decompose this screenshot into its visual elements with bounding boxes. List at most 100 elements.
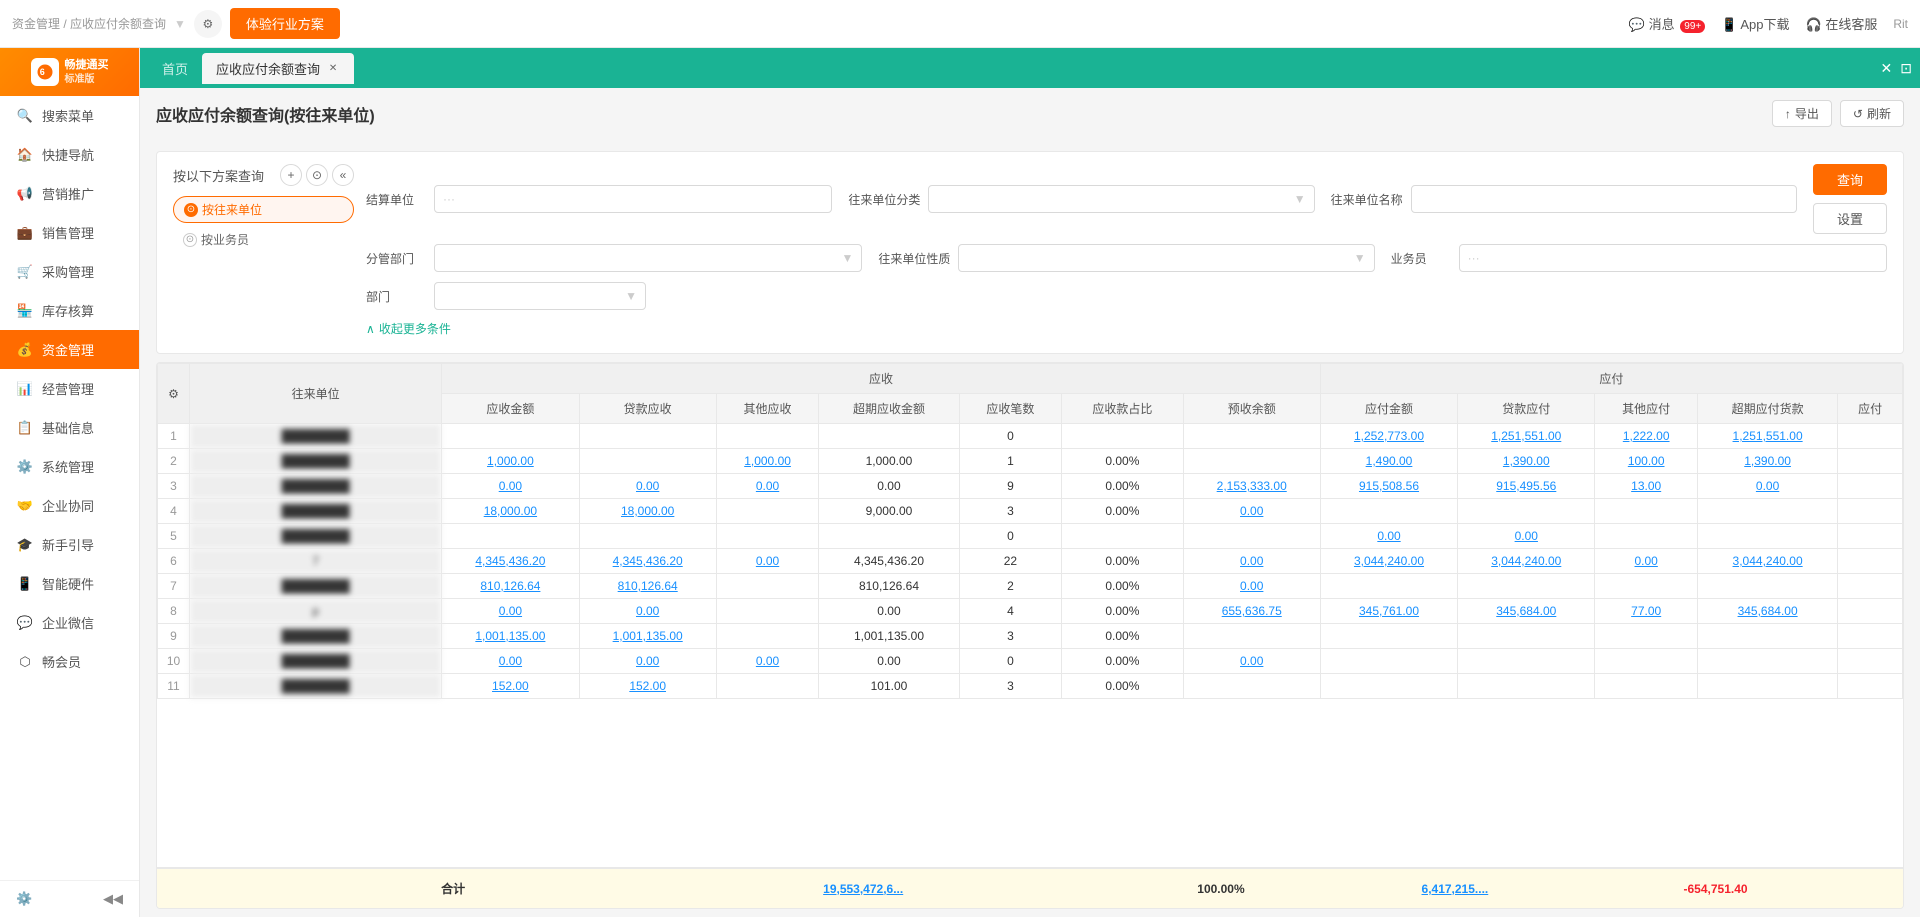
sidebar-item-enterprise-wechat[interactable]: 💬 企业微信 — [0, 603, 139, 642]
sidebar-item-label: 畅会员 — [42, 652, 81, 671]
scheme-dot-icon: ⊙ — [184, 203, 198, 217]
partner-cell: ████████ — [190, 524, 442, 549]
maximize-icon[interactable]: ⊡ — [1900, 60, 1912, 77]
partner-cell: ████████ — [190, 574, 442, 599]
col-loan-ap: 贷款应付 — [1458, 394, 1595, 424]
col-ar-ratio: 应收款占比 — [1062, 394, 1183, 424]
salesperson-label: 业务员 — [1391, 250, 1451, 267]
sidebar-item-sales[interactable]: 💼 销售管理 — [0, 213, 139, 252]
logo-text: 畅捷通买 标准版 — [65, 58, 109, 85]
data-table: ⚙ 往来单位 应收 应付 应收金额 贷款应收 其他应收 超期应收金额 应收笔数 — [157, 363, 1903, 699]
col-prepay: 预收余额 — [1183, 394, 1320, 424]
tab-home[interactable]: 首页 — [148, 53, 202, 84]
app-download-button[interactable]: 📱 App下载 — [1721, 14, 1789, 33]
collapse-button[interactable]: ∧ 收起更多条件 — [366, 320, 1887, 337]
sidebar-item-marketing[interactable]: 📢 营销推广 — [0, 174, 139, 213]
add-scheme-button[interactable]: + — [280, 164, 302, 186]
topbar-left: 资金管理 / 应收应付余额查询 ▼ ⚙ 体验行业方案 — [12, 8, 1629, 39]
dept-manager-label: 分管部门 — [366, 250, 426, 267]
sidebar-item-label: 系统管理 — [42, 457, 94, 476]
sidebar-item-business[interactable]: 📊 经营管理 — [0, 369, 139, 408]
footer-ap-total: -654,751.40 — [1587, 875, 1843, 902]
col-other-ar: 其他应收 — [716, 394, 819, 424]
inventory-icon: 🏪 — [16, 302, 34, 320]
sidebar-item-enterprise[interactable]: 🤝 企业协同 — [0, 486, 139, 525]
content-area: 首页 应收应付余额查询 ✕ ✕ ⊡ 应收应付余额查询(按往来单位) ↑ 导出 — [140, 48, 1920, 917]
settlement-unit-label: 结算单位 — [366, 191, 426, 208]
sidebar-item-finance[interactable]: 💰 资金管理 — [0, 330, 139, 369]
sidebar-item-quick-nav[interactable]: 🏠 快捷导航 — [0, 135, 139, 174]
more-scheme-button[interactable]: « — [332, 164, 354, 186]
topbar: 资金管理 / 应收应付余额查询 ▼ ⚙ 体验行业方案 💬 消息 99+ 📱 Ap… — [0, 0, 1920, 48]
footer-ar-ratio: 100.00% — [1119, 875, 1322, 902]
tab-close-icon[interactable]: ✕ — [326, 61, 340, 75]
marketing-icon: 📢 — [16, 185, 34, 203]
filter-salesperson: 业务员 ··· — [1391, 244, 1887, 272]
partner-category-select[interactable]: ▼ — [928, 185, 1314, 213]
table-row: 5████████00.000.00 — [158, 524, 1903, 549]
partner-nature-select[interactable]: ▼ — [958, 244, 1374, 272]
message-button[interactable]: 💬 消息 99+ — [1629, 14, 1705, 33]
sidebar-item-label: 资金管理 — [42, 340, 94, 359]
settings-icon: ⚙️ — [16, 891, 32, 907]
gear-icon[interactable]: ⚙ — [194, 10, 222, 38]
export-button[interactable]: ↑ 导出 — [1772, 100, 1832, 127]
footer-ar-total[interactable]: 19,553,472,6... — [709, 875, 1017, 902]
col-ap-amount: 应付金额 — [1320, 394, 1457, 424]
settlement-unit-input[interactable]: ··· — [434, 185, 832, 213]
setting-button[interactable]: 设置 — [1813, 203, 1887, 234]
filter-label-bar: 按以下方案查询 + ⊙ « — [173, 164, 354, 186]
sidebar-item-label: 基础信息 — [42, 418, 94, 437]
table-settings-col[interactable]: ⚙ — [158, 364, 190, 424]
purchase-icon: 🛒 — [16, 263, 34, 281]
sidebar-settings[interactable]: ⚙️ ◀◀ — [0, 881, 139, 917]
filter-dept: 部门 ▼ — [366, 282, 646, 310]
table-row: 7████████810,126.64810,126.64810,126.642… — [158, 574, 1903, 599]
export-icon: ↑ — [1785, 107, 1791, 121]
sidebar-item-label: 采购管理 — [42, 262, 94, 281]
sidebar-item-label: 企业协同 — [42, 496, 94, 515]
collapse-icon: ◀◀ — [103, 891, 123, 907]
sidebar-item-smart-hw[interactable]: 📱 智能硬件 — [0, 564, 139, 603]
sidebar-item-member[interactable]: ⬡ 畅会员 — [0, 642, 139, 681]
refresh-button[interactable]: ↺ 刷新 — [1840, 100, 1904, 127]
sidebar-item-basic-info[interactable]: 📋 基础信息 — [0, 408, 139, 447]
footer-prepay[interactable]: 6,417,215.... — [1322, 875, 1587, 902]
scheme-dot2-icon: ⊙ — [183, 233, 197, 247]
dept-manager-select[interactable]: ▼ — [434, 244, 862, 272]
table-row: 10████████0.000.000.000.0000.00%0.00 — [158, 649, 1903, 674]
partner-name-input[interactable] — [1411, 185, 1797, 213]
table-row: 674,345,436.204,345,436.200.004,345,436.… — [158, 549, 1903, 574]
search-icon: 🔍 — [16, 107, 34, 125]
chevron-down-icon[interactable]: ▼ — [174, 17, 186, 31]
sidebar-item-inventory[interactable]: 🏪 库存核算 — [0, 291, 139, 330]
salesperson-input[interactable]: ··· — [1459, 244, 1887, 272]
sidebar-bottom: ⚙️ ◀◀ — [0, 880, 139, 917]
table-footer: 合计 19,553,472,6... 100.00% 6,417,215....… — [157, 867, 1903, 908]
settings-scheme-button[interactable]: ⊙ — [306, 164, 328, 186]
scheme-list: ⊙ 按往来单位 ⊙ 按业务员 — [173, 196, 354, 252]
sidebar-item-system[interactable]: ⚙️ 系统管理 — [0, 447, 139, 486]
scheme-tab-partner[interactable]: ⊙ 按往来单位 — [173, 196, 354, 223]
close-window-icon[interactable]: ✕ — [1881, 60, 1893, 77]
tab-ar-ap-query[interactable]: 应收应付余额查询 ✕ — [202, 53, 354, 84]
finance-icon: 💰 — [16, 341, 34, 359]
scheme-label: 按以下方案查询 — [173, 166, 264, 185]
col-ap-group: 应付 — [1320, 364, 1902, 394]
sidebar-item-label: 营销推广 — [42, 184, 94, 203]
online-service-button[interactable]: 🎧 在线客服 — [1806, 14, 1878, 33]
sidebar-item-label: 搜索菜单 — [42, 106, 94, 125]
promo-button[interactable]: 体验行业方案 — [230, 8, 340, 39]
table-container[interactable]: ⚙ 往来单位 应收 应付 应收金额 贷款应收 其他应收 超期应收金额 应收笔数 — [157, 363, 1903, 867]
scheme-tab-salesperson[interactable]: ⊙ 按业务员 — [173, 227, 354, 252]
message-badge: 99+ — [1680, 20, 1705, 33]
sidebar-item-purchase[interactable]: 🛒 采购管理 — [0, 252, 139, 291]
sidebar-item-search-menu[interactable]: 🔍 搜索菜单 — [0, 96, 139, 135]
dept-select[interactable]: ▼ — [434, 282, 646, 310]
sidebar-item-newbie[interactable]: 🎓 新手引导 — [0, 525, 139, 564]
query-button[interactable]: 查询 — [1813, 164, 1887, 195]
member-icon: ⬡ — [16, 653, 34, 671]
sidebar-item-label: 快捷导航 — [42, 145, 94, 164]
col-ar-group: 应收 — [442, 364, 1321, 394]
sidebar-item-label: 企业微信 — [42, 613, 94, 632]
